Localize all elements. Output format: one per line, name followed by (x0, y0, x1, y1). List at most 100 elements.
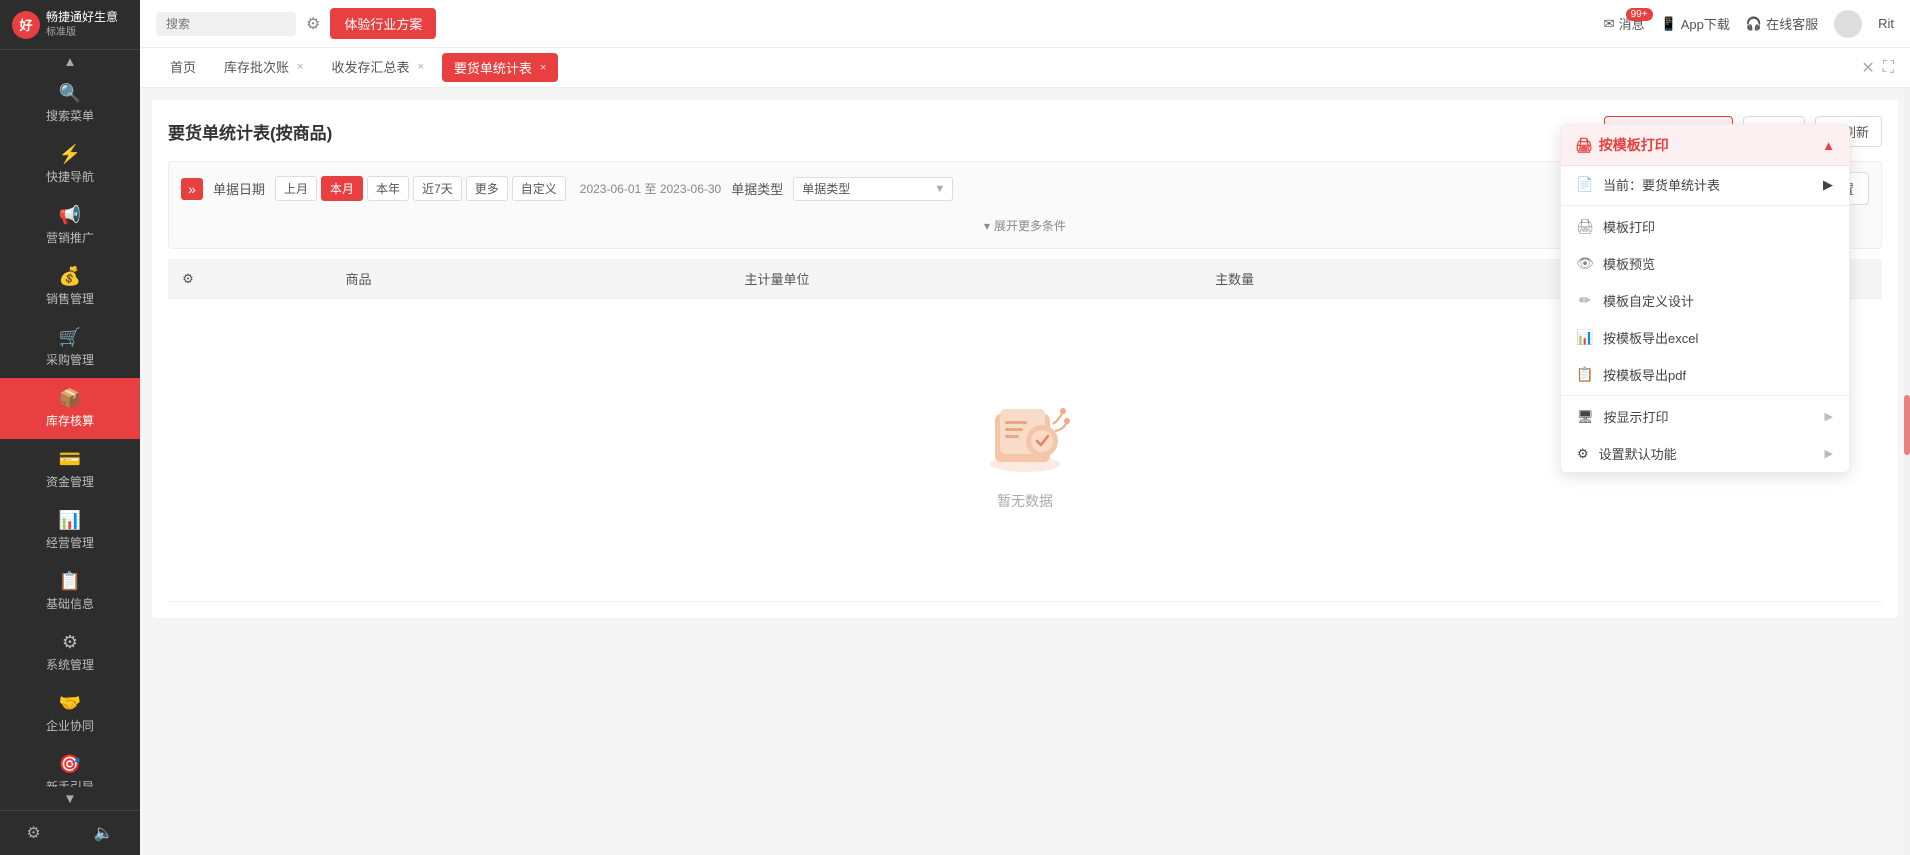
dropdown-template-export-excel[interactable]: 📊 按模板导出excel (1561, 319, 1849, 356)
date-btn-prev-month[interactable]: 上月 (275, 176, 317, 201)
headset-icon: 🎧 (1746, 16, 1762, 32)
date-range-display: 2023-06-01 至 2023-06-30 (580, 180, 721, 197)
sidebar-icon-guide: 🎯 (59, 754, 81, 775)
default-func-arrow: ▶ (1825, 447, 1833, 460)
sidebar-label-guide: 新手引导 (46, 778, 94, 787)
topbar-search-input[interactable] (156, 12, 296, 36)
sidebar-bottom: ⚙ 🔈 (0, 810, 140, 855)
sidebar-item-operation[interactable]: 📊经营管理 (0, 500, 140, 561)
template-export-pdf-label: 按模板导出pdf (1603, 365, 1686, 384)
sidebar-label-marketing: 营销推广 (46, 229, 94, 246)
current-template-label: 当前：要货单统计表 (1603, 175, 1720, 194)
topbar-exp-button[interactable]: 体验行业方案 (330, 8, 436, 39)
date-btn-current-year[interactable]: 本年 (367, 176, 409, 201)
sidebar-settings-btn[interactable]: ⚙ (18, 819, 48, 847)
topbar-online-service-btn[interactable]: 🎧 在线客服 (1746, 14, 1818, 33)
template-export-excel-label: 按模板导出excel (1603, 328, 1698, 347)
date-btn-current-month[interactable]: 本月 (321, 176, 363, 201)
topbar-gear-icon[interactable]: ⚙ (306, 14, 320, 34)
template-preview-label: 模板预览 (1603, 254, 1655, 273)
dropdown-collapse-icon[interactable]: ▲ (1822, 138, 1835, 153)
sidebar-item-marketing[interactable]: 📢 营销推广 (0, 195, 140, 256)
col-settings[interactable]: ⚙ (168, 259, 208, 299)
sidebar-scroll-down[interactable]: ▼ (0, 787, 140, 810)
dropdown-template-preview[interactable]: 👁 模板预览 (1561, 245, 1849, 282)
sidebar-sound-btn[interactable]: 🔈 (86, 819, 122, 847)
tab-batch-account[interactable]: 库存批次账 × (210, 49, 317, 86)
date-btn-last-7[interactable]: 近7天 (413, 176, 462, 201)
date-btn-more[interactable]: 更多 (466, 176, 508, 201)
dropdown-template-export-pdf[interactable]: 📋 按模板导出pdf (1561, 356, 1849, 393)
tab-collect-summary-label: 收发存汇总表 (331, 57, 409, 76)
tab-expand-icon[interactable]: ⛶ (1883, 59, 1894, 77)
template-design-icon: ✏ (1577, 293, 1593, 309)
right-scrollbar[interactable] (1904, 88, 1910, 855)
sidebar-scroll-up[interactable]: ▲ (0, 50, 140, 73)
template-pdf-icon: 📋 (1577, 367, 1593, 383)
sidebar-icon-enterprise: 🤝 (59, 693, 81, 714)
sidebar-scroll-area: 🔍搜索菜单⚡快捷导航 📢 营销推广 💰 销售管理 🛒 采购管理 📦 库存核算 💳资金管理📊经营管理… (0, 73, 140, 787)
dropdown-display-print[interactable]: 🖥 按显示打印 ▶ (1561, 398, 1849, 435)
sidebar-icon-basic-info: 📋 (59, 571, 81, 592)
settings-icon[interactable]: ⚙ (182, 271, 194, 286)
tab-batch-account-close[interactable]: × (297, 61, 303, 73)
sidebar-item-sales[interactable]: 💰 销售管理 (0, 256, 140, 317)
page-title: 要货单统计表(按商品) (168, 119, 332, 144)
topbar-right: ✉ 消息 99+ 📱 App下载 🎧 在线客服 Rit (1604, 10, 1894, 38)
sidebar-item-purchase[interactable]: 🛒 采购管理 (0, 317, 140, 378)
sidebar: 好 畅捷通好生意 标准版 ▲ 🔍搜索菜单⚡快捷导航📢营销推广💰销售管理🛒采购管理… (0, 0, 140, 855)
tab-collect-summary[interactable]: 收发存汇总表 × (317, 49, 437, 86)
sidebar-item-guide[interactable]: 🎯 新手引导 (0, 744, 140, 787)
sidebar-icon-inventory: 📦 (59, 388, 81, 409)
dropdown-default-func[interactable]: ⚙ 设置默认功能 ▶ (1561, 435, 1849, 472)
sidebar-item-enterprise[interactable]: 🤝 企业协同 (0, 683, 140, 744)
default-func-label: 设置默认功能 (1599, 444, 1677, 463)
dropdown-divider-2 (1561, 395, 1849, 396)
messages-badge: 99+ (1626, 8, 1653, 21)
display-print-label: 按显示打印 (1604, 407, 1669, 426)
current-template-arrow: ▶ (1823, 177, 1833, 193)
tab-collect-summary-close[interactable]: × (417, 61, 423, 73)
sidebar-item-quick-nav[interactable]: ⚡快捷导航 (0, 134, 140, 195)
sidebar-label-purchase: 采购管理 (46, 351, 94, 368)
sidebar-icon-purchase: 🛒 (59, 327, 81, 348)
filter-expand-button[interactable]: » (181, 178, 203, 200)
sidebar-icon-sales: 💰 (59, 266, 81, 287)
right-scrollbar-thumb[interactable] (1904, 395, 1910, 455)
default-func-left: ⚙ 设置默认功能 (1577, 444, 1677, 463)
dropdown-template-design[interactable]: ✏ 模板自定义设计 (1561, 282, 1849, 319)
tab-close-all-icon[interactable]: ✕ (1861, 58, 1874, 78)
tab-order-stats-label: 要货单统计表 (454, 58, 532, 77)
sidebar-label-enterprise: 企业协同 (46, 717, 94, 734)
date-btn-custom[interactable]: 自定义 (512, 176, 566, 201)
sidebar-item-system[interactable]: ⚙系统管理 (0, 622, 140, 683)
sidebar-label-sales: 销售管理 (46, 290, 94, 307)
empty-icon (975, 389, 1075, 479)
sidebar-icon-search-menu: 🔍 (59, 83, 81, 104)
page-content: 要货单统计表(按商品) 🖨 按模板打印 ▲ ↑ 导出 ↻ 刷新 (140, 88, 1910, 855)
topbar-messages-btn[interactable]: ✉ 消息 99+ (1604, 14, 1645, 33)
doc-type-filter-label: 单据类型 (731, 179, 783, 198)
template-print-icon: 🖨 (1577, 219, 1593, 235)
sidebar-label-inventory: 库存核算 (46, 412, 94, 429)
topbar-app-download-btn[interactable]: 📱 App下载 (1661, 14, 1730, 33)
dropdown-header: 🖨 按模板打印 ▲ (1561, 125, 1849, 166)
dropdown-template-print[interactable]: 🖨 模板打印 (1561, 208, 1849, 245)
tab-order-stats[interactable]: 要货单统计表 × (442, 53, 558, 82)
tab-home[interactable]: 首页 (156, 49, 210, 86)
date-button-group: 上月 本月 本年 近7天 更多 自定义 (275, 176, 566, 201)
sidebar-item-basic-info[interactable]: 📋基础信息 (0, 561, 140, 622)
sidebar-icon-marketing: 📢 (59, 205, 81, 226)
sidebar-item-search-menu[interactable]: 🔍搜索菜单 (0, 73, 140, 134)
doc-type-select[interactable]: 单据类型 (793, 177, 953, 201)
sidebar-label-system: 系统管理 (46, 656, 94, 673)
dropdown-print-icon: 🖨 (1575, 137, 1593, 154)
tabbar-right: ✕ ⛶ (1861, 58, 1894, 78)
tab-order-stats-close[interactable]: × (540, 62, 546, 74)
sidebar-item-finance[interactable]: 💳资金管理 (0, 439, 140, 500)
message-icon: ✉ (1604, 16, 1615, 32)
sidebar-item-inventory[interactable]: 📦 库存核算 (0, 378, 140, 439)
sidebar-icon-quick-nav: ⚡ (59, 144, 81, 165)
topbar-avatar[interactable] (1834, 10, 1862, 38)
dropdown-current-template[interactable]: 📄 当前：要货单统计表 ▶ (1561, 166, 1849, 203)
